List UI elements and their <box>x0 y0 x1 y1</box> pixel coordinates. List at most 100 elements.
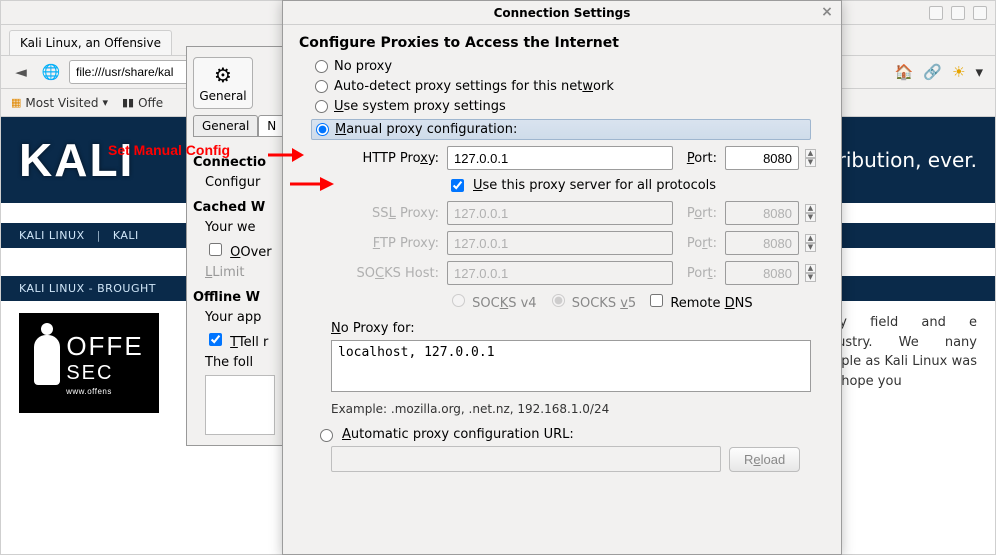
radio-system-proxy[interactable]: Use system proxy settings <box>315 99 825 114</box>
offsec-url: www.offens <box>66 387 112 396</box>
reload-button: Reload <box>729 447 800 472</box>
socks-host-input <box>447 261 673 285</box>
limit-label-text: Limit <box>212 265 244 280</box>
plugin-icon[interactable]: 🔗 <box>923 63 942 81</box>
home-icon[interactable]: 🏠 <box>895 63 914 81</box>
override-checkbox[interactable] <box>209 243 222 256</box>
radio-pac[interactable]: Automatic proxy configuration URL: <box>315 426 825 442</box>
socks-host-label: SOCKS Host: <box>345 266 441 281</box>
proxy-grid: HTTP Proxy: Port: ▲▼ Use this proxy serv… <box>345 146 825 311</box>
section-offline-heading: Offline W <box>193 290 290 305</box>
ssl-proxy-label: SSL Proxy: <box>345 206 441 221</box>
chevron-down-icon: ▾ <box>102 96 108 109</box>
http-port-label: Port: <box>679 151 719 166</box>
offsec-row1: OFFE <box>66 331 143 362</box>
separator: | <box>97 229 101 242</box>
close-icon[interactable]: × <box>819 5 835 21</box>
annotation-text: Set Manual Config <box>108 142 230 158</box>
ftp-port-label: Port: <box>679 236 719 251</box>
socks-port-spinner: ▲▼ <box>805 264 817 282</box>
bookmark-icon: ▮▮ <box>122 96 134 109</box>
nav-bar-item[interactable]: KALI <box>113 229 139 242</box>
options-body: Connectio Configur Cached W Your we OOve… <box>193 136 290 435</box>
dialog-body: Configure Proxies to Access the Internet… <box>283 25 841 480</box>
dialog-titlebar: Connection Settings × <box>283 1 841 25</box>
bookmark-most-visited[interactable]: ▦ Most Visited ▾ <box>11 96 108 110</box>
radio-auto-detect-input[interactable] <box>315 80 328 93</box>
sites-listbox[interactable] <box>205 375 275 435</box>
no-proxy-textarea[interactable] <box>331 340 811 392</box>
dropdown-icon[interactable]: ▾ <box>975 63 983 81</box>
ftp-proxy-label: FTP Proxy: <box>345 236 441 251</box>
radio-no-proxy-input[interactable] <box>315 60 328 73</box>
ftp-port-spinner: ▲▼ <box>805 234 817 252</box>
globe-icon: 🌐 <box>39 60 63 84</box>
override-checkbox-row[interactable]: OOver <box>205 240 290 260</box>
tell-label: TTell r <box>230 335 268 350</box>
radio-system-proxy-input[interactable] <box>315 100 328 113</box>
socks-port-input <box>725 261 799 285</box>
socks-version-row: SOCKS v4 SOCKS v5 Remote DNS <box>447 291 817 311</box>
radio-auto-detect[interactable]: Auto-detect proxy settings for this netw… <box>315 79 825 94</box>
pac-url-input <box>331 446 721 472</box>
remote-dns-input[interactable] <box>650 294 663 307</box>
options-tabs: General N <box>193 115 290 136</box>
toolbar-right: 🏠 🔗 ☀ ▾ <box>895 63 987 81</box>
connection-settings-dialog: Connection Settings × Configure Proxies … <box>282 0 842 555</box>
category-general-button[interactable]: ⚙ General <box>193 57 253 109</box>
offsec-row2: SEC <box>66 362 143 385</box>
no-proxy-example: Example: .mozilla.org, .net.nz, 192.168.… <box>331 402 825 416</box>
dialog-heading: Configure Proxies to Access the Internet <box>299 35 825 51</box>
ftp-port-input <box>725 231 799 255</box>
radio-system-proxy-label: Use system proxy settings <box>334 99 506 114</box>
remote-dns-check[interactable]: Remote DNS <box>646 291 752 311</box>
socks-v4-input <box>452 294 465 307</box>
bookmark-label: Most Visited <box>25 96 98 110</box>
radio-manual-proxy-input[interactable] <box>316 123 329 136</box>
override-label-text: Over <box>240 245 271 260</box>
back-icon[interactable]: ◄ <box>9 60 33 84</box>
use-all-row[interactable]: Use this proxy server for all protocols <box>447 176 817 195</box>
http-port-spinner[interactable]: ▲▼ <box>805 149 817 167</box>
override-label: OOver <box>230 245 272 260</box>
following-line: The foll <box>205 355 290 370</box>
http-proxy-input[interactable] <box>447 146 673 170</box>
window-minimize-button[interactable] <box>929 6 943 20</box>
radio-pac-label: Automatic proxy configuration URL: <box>342 427 574 442</box>
tab-general[interactable]: General <box>193 115 258 136</box>
radio-no-proxy[interactable]: No proxy <box>315 59 825 74</box>
socks-v5-input <box>552 294 565 307</box>
tell-checkbox[interactable] <box>209 333 222 346</box>
http-port-input[interactable] <box>725 146 799 170</box>
section-offline-line: Your app <box>205 310 290 325</box>
ssl-port-spinner: ▲▼ <box>805 204 817 222</box>
ssl-port-input <box>725 201 799 225</box>
socks-v4-radio: SOCKS v4 <box>447 291 537 311</box>
section-connection-line: Configur <box>205 175 290 190</box>
section-cached-heading: Cached W <box>193 200 290 215</box>
options-window: ⚙ General General N Connectio Configur C… <box>186 46 296 446</box>
window-maximize-button[interactable] <box>951 6 965 20</box>
offsec-logo: OFFE SEC www.offens <box>19 313 159 413</box>
radio-pac-input[interactable] <box>320 429 333 442</box>
browser-tab[interactable]: Kali Linux, an Offensive <box>9 30 172 55</box>
category-label: General <box>199 89 246 103</box>
tell-label-text: Tell r <box>238 335 268 350</box>
radio-auto-detect-label: Auto-detect proxy settings for this netw… <box>334 79 614 94</box>
ftp-proxy-input <box>447 231 673 255</box>
nav-bar-item[interactable]: KALI LINUX <box>19 229 85 242</box>
ssl-proxy-input <box>447 201 673 225</box>
radio-manual-proxy[interactable]: Manual proxy configuration: <box>311 119 811 140</box>
ssl-port-label: Port: <box>679 206 719 221</box>
no-proxy-label: No Proxy for: <box>331 321 825 336</box>
sun-icon[interactable]: ☀ <box>952 63 965 81</box>
sliders-icon: ⚙ <box>214 63 232 87</box>
limit-line: LLimit <box>205 265 290 280</box>
use-all-label: Use this proxy server for all protocols <box>473 178 716 193</box>
use-all-checkbox[interactable] <box>451 179 464 192</box>
window-close-button[interactable] <box>973 6 987 20</box>
http-proxy-label: HTTP Proxy: <box>345 151 441 166</box>
socks-port-label: Port: <box>679 266 719 281</box>
bookmark-offensive[interactable]: ▮▮ Offe <box>122 96 163 110</box>
tell-checkbox-row[interactable]: TTell r <box>205 330 290 350</box>
